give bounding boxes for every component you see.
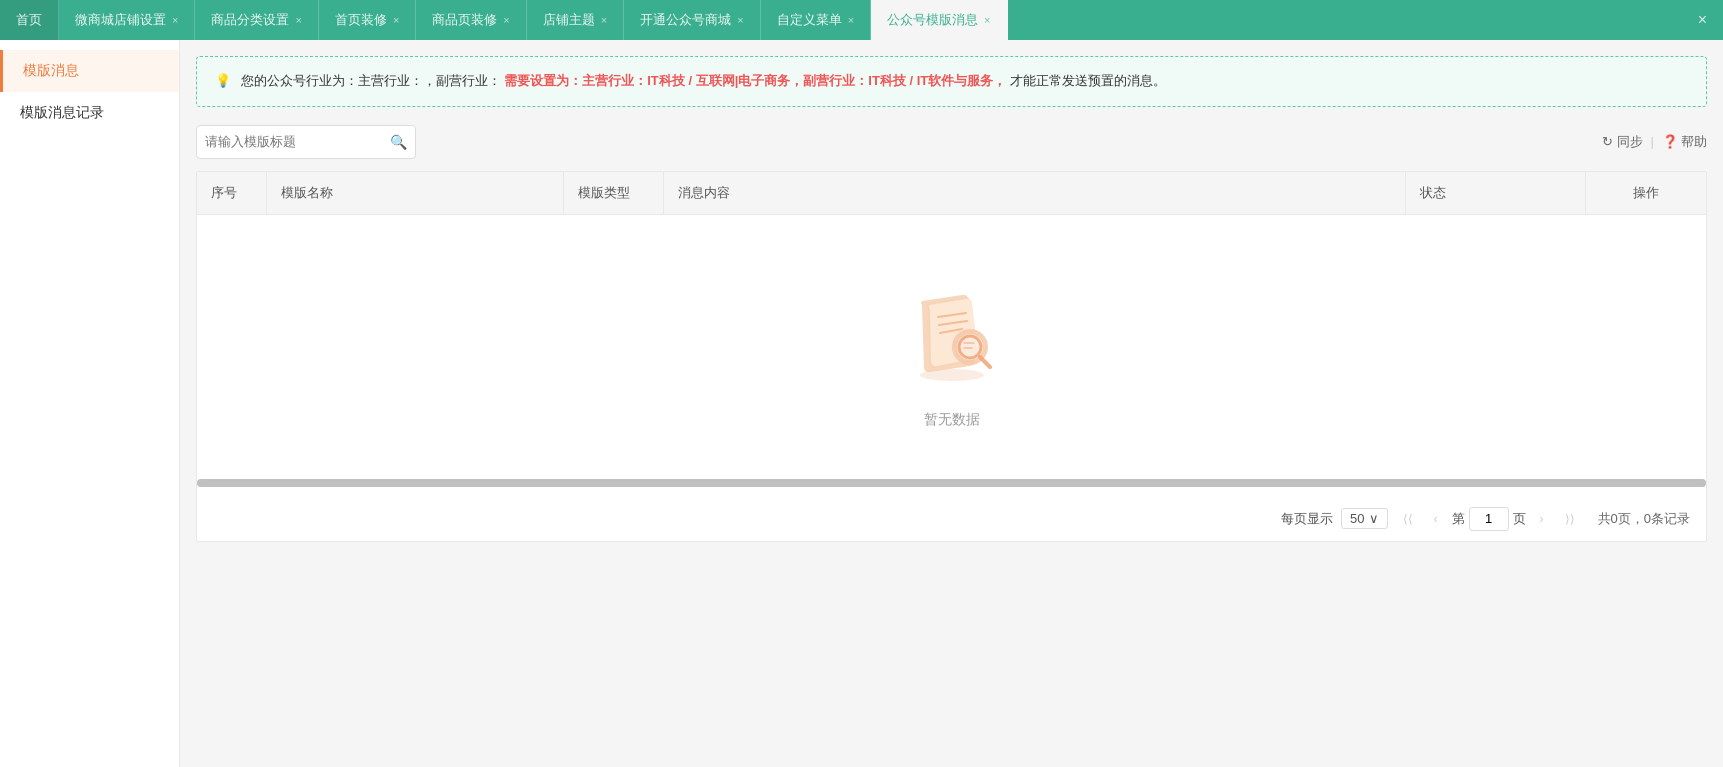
toolbar-divider: | <box>1651 134 1654 149</box>
tab-theme-label: 店铺主题 <box>543 11 595 29</box>
sync-label: 同步 <box>1617 134 1643 149</box>
notice-icon: 💡 <box>215 73 231 88</box>
search-icon[interactable]: 🔍 <box>390 134 407 150</box>
table-header: 序号 模版名称 模版类型 消息内容 状态 操作 <box>197 172 1706 215</box>
search-input[interactable] <box>205 134 390 149</box>
tab-homepage-close[interactable]: × <box>393 14 399 26</box>
current-page-input[interactable] <box>1469 507 1509 531</box>
help-label: 帮助 <box>1681 133 1707 151</box>
th-status: 状态 <box>1406 172 1586 214</box>
top-nav: 首页 微商城店铺设置 × 商品分类设置 × 首页装修 × 商品页装修 × 店铺主… <box>0 0 1723 40</box>
tab-weishop-label: 微商城店铺设置 <box>75 11 166 29</box>
tab-custommenu-close[interactable]: × <box>848 14 854 26</box>
next-page-button[interactable]: › <box>1530 507 1554 531</box>
tab-mall-label: 开通公众号商城 <box>640 11 731 29</box>
tab-productpage[interactable]: 商品页装修 × <box>416 0 526 40</box>
tab-category-label: 商品分类设置 <box>211 11 289 29</box>
page-nav: ⟨⟨ ‹ 第 页 › ⟩⟩ <box>1396 507 1582 531</box>
prev-page-button[interactable]: ‹ <box>1424 507 1448 531</box>
sidebar: 模版消息 模版消息记录 <box>0 40 180 767</box>
tab-category[interactable]: 商品分类设置 × <box>195 0 318 40</box>
tab-productpage-label: 商品页装修 <box>432 11 497 29</box>
tab-home[interactable]: 首页 <box>0 0 59 40</box>
tab-mall[interactable]: 开通公众号商城 × <box>624 0 760 40</box>
table-container: 序号 模版名称 模版类型 消息内容 状态 操作 <box>196 171 1707 542</box>
pagination: 每页显示 50 ∨ ⟨⟨ ‹ 第 页 › ⟩⟩ 共0页，0条记录 <box>197 497 1706 541</box>
empty-icon <box>892 275 1012 395</box>
help-button[interactable]: ❓ 帮助 <box>1662 133 1707 151</box>
notice-box: 💡 您的公众号行业为：主营行业：，副营行业： 需要设置为：主营行业：IT科技 /… <box>196 56 1707 107</box>
tab-homepage[interactable]: 首页装修 × <box>319 0 416 40</box>
last-page-button[interactable]: ⟩⟩ <box>1558 507 1582 531</box>
svg-line-7 <box>980 357 990 367</box>
main-layout: 模版消息 模版消息记录 💡 您的公众号行业为：主营行业：，副营行业： 需要设置为… <box>0 40 1723 767</box>
sync-button[interactable]: ↻ 同步 <box>1602 133 1643 151</box>
scrollbar-thumb[interactable] <box>197 479 1706 487</box>
horizontal-scrollbar[interactable] <box>197 479 1706 487</box>
main-content: 💡 您的公众号行业为：主营行业：，副营行业： 需要设置为：主营行业：IT科技 /… <box>180 40 1723 767</box>
tab-template[interactable]: 公众号模版消息 × <box>871 0 1007 40</box>
tab-weishop-close[interactable]: × <box>172 14 178 26</box>
notice-text-before: 您的公众号行业为：主营行业：，副营行业： <box>241 73 501 88</box>
toolbar: 🔍 ↻ 同步 | ❓ 帮助 <box>196 125 1707 159</box>
page-total: 共0页，0条记录 <box>1598 510 1690 528</box>
th-seq: 序号 <box>197 172 267 214</box>
help-icon: ❓ <box>1662 134 1678 149</box>
page-label: 第 <box>1452 510 1465 528</box>
th-content: 消息内容 <box>664 172 1406 214</box>
sidebar-item-template-msg[interactable]: 模版消息 <box>0 50 179 92</box>
th-action: 操作 <box>1586 172 1706 214</box>
tab-homepage-label: 首页装修 <box>335 11 387 29</box>
tab-template-close[interactable]: × <box>984 14 990 26</box>
tab-theme-close[interactable]: × <box>601 14 607 26</box>
page-size-value: 50 <box>1350 511 1364 526</box>
notice-highlight: 需要设置为：主营行业：IT科技 / 互联网|电子商务，副营行业：IT科技 / I… <box>504 73 1006 88</box>
page-size-label: 每页显示 <box>1281 510 1333 528</box>
empty-state: 暂无数据 <box>197 215 1706 469</box>
tab-home-label: 首页 <box>16 11 42 29</box>
notice-text-after: 才能正常发送预置的消息。 <box>1010 73 1166 88</box>
tab-template-label: 公众号模版消息 <box>887 11 978 29</box>
th-type: 模版类型 <box>564 172 664 214</box>
tab-productpage-close[interactable]: × <box>503 14 509 26</box>
sidebar-item-template-records[interactable]: 模版消息记录 <box>0 92 179 134</box>
tab-category-close[interactable]: × <box>295 14 301 26</box>
tab-weishop[interactable]: 微商城店铺设置 × <box>59 0 195 40</box>
page-suffix: 页 <box>1513 510 1526 528</box>
sidebar-item-template-msg-label: 模版消息 <box>23 62 79 78</box>
th-name: 模版名称 <box>267 172 564 214</box>
tab-custommenu-label: 自定义菜单 <box>777 11 842 29</box>
close-all-button[interactable]: × <box>1682 11 1723 29</box>
first-page-button[interactable]: ⟨⟨ <box>1396 507 1420 531</box>
page-size-select[interactable]: 50 ∨ <box>1341 508 1387 529</box>
search-box[interactable]: 🔍 <box>196 125 416 159</box>
chevron-down-icon: ∨ <box>1369 511 1379 526</box>
tab-mall-close[interactable]: × <box>737 14 743 26</box>
sidebar-item-template-records-label: 模版消息记录 <box>20 104 104 120</box>
sync-icon: ↻ <box>1602 134 1613 149</box>
tab-custommenu[interactable]: 自定义菜单 × <box>761 0 871 40</box>
toolbar-right: ↻ 同步 | ❓ 帮助 <box>1602 133 1707 151</box>
tab-theme[interactable]: 店铺主题 × <box>527 0 624 40</box>
empty-text: 暂无数据 <box>924 411 980 429</box>
